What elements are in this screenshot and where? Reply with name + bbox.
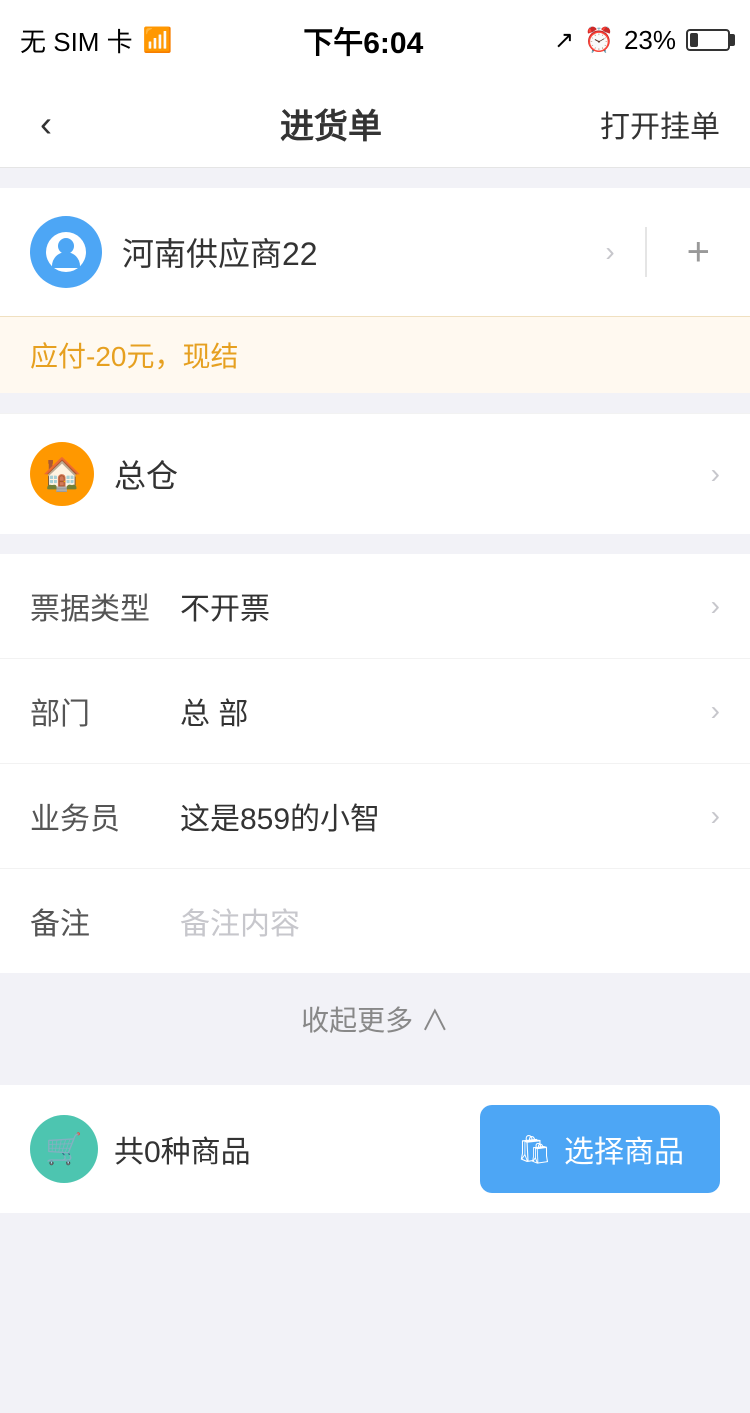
status-bar: 无 SIM 卡 📶 下午6:04 ↗ ⏰ 23% xyxy=(0,0,750,80)
warehouse-name: 总仓 xyxy=(114,451,711,497)
department-row[interactable]: 部门 总 部 › xyxy=(0,659,750,764)
battery-bar xyxy=(686,29,730,51)
chevron-right-icon: › xyxy=(605,236,614,268)
wifi-icon: 📶 xyxy=(143,26,173,55)
supplier-avatar xyxy=(30,216,102,288)
salesman-value: 这是859的小智 xyxy=(180,794,711,838)
battery-fill xyxy=(690,33,698,47)
salesman-row[interactable]: 业务员 这是859的小智 › xyxy=(0,764,750,869)
supplier-section: 河南供应商22 › + 应付-20元，现结 xyxy=(0,188,750,393)
warehouse-icon: 🏠 xyxy=(42,455,82,493)
battery-indicator xyxy=(686,29,730,51)
invoice-value: 不开票 xyxy=(180,584,711,628)
status-carrier: 无 SIM 卡 📶 xyxy=(20,22,173,59)
nav-bar: ‹ 进货单 打开挂单 xyxy=(0,80,750,168)
salesman-label: 业务员 xyxy=(30,794,170,838)
add-icon[interactable]: + xyxy=(677,230,720,275)
remark-input[interactable]: 备注内容 xyxy=(180,899,720,943)
supplier-name: 河南供应商22 xyxy=(122,229,605,275)
carrier-text: 无 SIM 卡 xyxy=(20,22,133,59)
open-pending-button[interactable]: 打开挂单 xyxy=(600,102,720,146)
supplier-row[interactable]: 河南供应商22 › + xyxy=(0,188,750,316)
product-icon: 🛒 xyxy=(45,1132,82,1167)
avatar-icon xyxy=(46,232,86,272)
warehouse-section: 🏠 总仓 › xyxy=(0,413,750,534)
department-value: 总 部 xyxy=(180,689,711,733)
department-label: 部门 xyxy=(30,689,170,733)
alarm-icon: ⏰ xyxy=(584,26,614,55)
invoice-label: 票据类型 xyxy=(30,584,170,628)
status-time: 下午6:04 xyxy=(303,18,423,62)
remark-label: 备注 xyxy=(30,899,170,943)
salesman-chevron-icon: › xyxy=(711,800,720,832)
product-count-text: 共0种商品 xyxy=(114,1127,251,1171)
page-title: 进货单 xyxy=(280,99,382,148)
invoice-type-row[interactable]: 票据类型 不开票 › xyxy=(0,554,750,659)
product-icon-wrap: 🛒 xyxy=(30,1115,98,1183)
supplier-right-actions: › + xyxy=(605,227,720,277)
location-icon: ↗ xyxy=(554,26,574,55)
select-product-icon: 🛍 xyxy=(516,1133,552,1166)
page-background xyxy=(0,1213,750,1413)
vertical-divider xyxy=(645,227,647,277)
form-section: 票据类型 不开票 › 部门 总 部 › 业务员 这是859的小智 › 备注 备注… xyxy=(0,554,750,973)
warehouse-divider xyxy=(0,393,750,413)
department-chevron-icon: › xyxy=(711,695,720,727)
back-button[interactable]: ‹ xyxy=(30,93,62,155)
product-count-wrap: 🛒 共0种商品 xyxy=(30,1115,251,1183)
bottom-bar: 🛒 共0种商品 🛍 选择商品 xyxy=(0,1085,750,1213)
select-product-button[interactable]: 🛍 选择商品 xyxy=(480,1105,720,1193)
collapse-row[interactable]: 收起更多 ∧ xyxy=(0,973,750,1065)
alert-text: 应付-20元，现结 xyxy=(30,341,238,372)
top-divider xyxy=(0,168,750,188)
warehouse-icon-wrap: 🏠 xyxy=(30,442,94,506)
warehouse-row[interactable]: 🏠 总仓 › xyxy=(0,413,750,534)
select-product-label: 选择商品 xyxy=(564,1127,684,1171)
warehouse-chevron-icon: › xyxy=(711,458,720,490)
battery-text: 23% xyxy=(624,25,676,56)
remark-row[interactable]: 备注 备注内容 xyxy=(0,869,750,973)
invoice-chevron-icon: › xyxy=(711,590,720,622)
collapse-text: 收起更多 ∧ xyxy=(301,999,449,1039)
alert-row: 应付-20元，现结 xyxy=(0,316,750,393)
status-right: ↗ ⏰ 23% xyxy=(554,25,730,56)
